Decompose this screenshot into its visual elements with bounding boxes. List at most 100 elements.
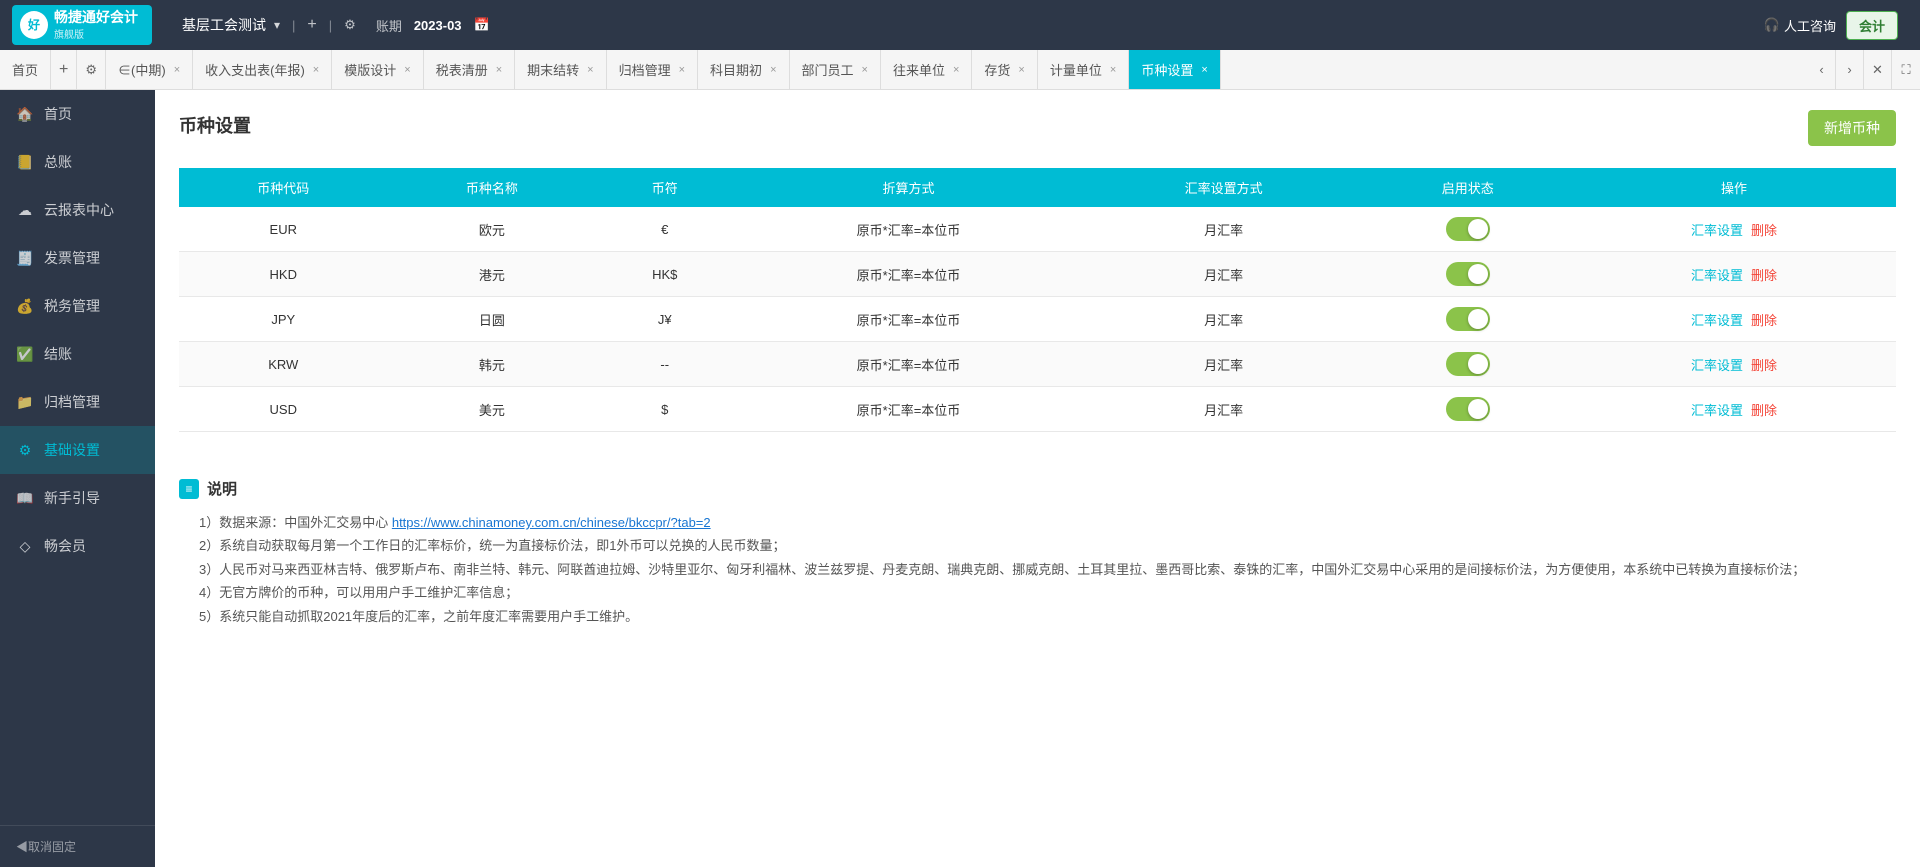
currency-table: 币种代码币种名称币符折算方式汇率设置方式启用状态操作 EUR欧元€原币*汇率=本… bbox=[179, 168, 1896, 432]
member-icon: ◇ bbox=[16, 537, 34, 555]
currency-name: 港元 bbox=[388, 252, 597, 297]
delete-link[interactable]: 删除 bbox=[1751, 268, 1777, 283]
delete-link[interactable]: 删除 bbox=[1751, 403, 1777, 418]
tab-[interactable]: 科目期初× bbox=[698, 50, 789, 89]
currency-symbol: -- bbox=[596, 342, 733, 387]
col-header-启用状态: 启用状态 bbox=[1364, 168, 1573, 207]
sidebar-item-member[interactable]: ◇畅会员 bbox=[0, 522, 155, 570]
tab-[interactable]: ∈(中期) × bbox=[106, 50, 193, 89]
rate-settings-link[interactable]: 汇率设置 bbox=[1691, 268, 1743, 283]
tab-[interactable]: 归档管理× bbox=[607, 50, 698, 89]
sidebar-item-guide[interactable]: 📖新手引导 bbox=[0, 474, 155, 522]
rate-settings-link[interactable]: 汇率设置 bbox=[1691, 313, 1743, 328]
page-title: 币种设置 bbox=[179, 112, 251, 138]
home-icon: 🏠 bbox=[16, 105, 34, 123]
currency-name: 美元 bbox=[388, 387, 597, 432]
sidebar-item-reports[interactable]: ☁云报表中心 bbox=[0, 186, 155, 234]
tab-[interactable]: 往来单位× bbox=[881, 50, 972, 89]
settings-tab-button[interactable]: ⚙ bbox=[77, 50, 106, 89]
calc-method: 原币*汇率=本位币 bbox=[733, 387, 1083, 432]
rate-type: 月汇率 bbox=[1084, 297, 1364, 342]
enabled-status bbox=[1364, 297, 1573, 342]
sidebar-item-checkout[interactable]: ✅结账 bbox=[0, 330, 155, 378]
toggle-switch[interactable] bbox=[1446, 397, 1490, 421]
sidebar-item-label: 基础设置 bbox=[44, 440, 100, 460]
rate-type: 月汇率 bbox=[1084, 252, 1364, 297]
col-header-汇率设置方式: 汇率设置方式 bbox=[1084, 168, 1364, 207]
col-header-币种代码: 币种代码 bbox=[179, 168, 388, 207]
add-workspace-icon[interactable]: + bbox=[307, 16, 316, 34]
tab-close-icon[interactable]: × bbox=[174, 64, 180, 76]
tab-[interactable]: 期末结转× bbox=[515, 50, 606, 89]
rate-settings-link[interactable]: 汇率设置 bbox=[1691, 358, 1743, 373]
tab-close-icon[interactable]: × bbox=[313, 64, 319, 76]
tab-[interactable]: 部门员工× bbox=[790, 50, 881, 89]
logo: 好 畅捷通好会计 旗舰版 bbox=[12, 5, 152, 45]
logo-sub-text: 旗舰版 bbox=[54, 26, 138, 41]
note-item: 2）系统自动获取每月第一个工作日的汇率标价，统一为直接标价法，即1外币可以兑换的… bbox=[179, 534, 1896, 557]
tab-close-icon[interactable]: × bbox=[1201, 64, 1207, 76]
currency-name: 欧元 bbox=[388, 207, 597, 252]
add-tab-button[interactable]: + bbox=[51, 50, 77, 89]
rate-settings-link[interactable]: 汇率设置 bbox=[1691, 403, 1743, 418]
calendar-icon[interactable]: 📅 bbox=[474, 17, 490, 33]
delete-link[interactable]: 删除 bbox=[1751, 313, 1777, 328]
tab-[interactable]: 币种设置 × bbox=[1129, 50, 1220, 89]
sidebar-item-home[interactable]: 🏠首页 bbox=[0, 90, 155, 138]
tab-close-icon[interactable]: × bbox=[679, 64, 685, 76]
settings-icon[interactable]: ⚙ bbox=[344, 17, 356, 33]
tab-next-btn[interactable]: › bbox=[1836, 50, 1864, 89]
header-middle: 基层工会测试 ▾ | + | ⚙ 账期 2023-03 📅 bbox=[162, 15, 1754, 35]
tab-close-icon[interactable]: × bbox=[862, 64, 868, 76]
tab-close-all-btn[interactable]: ✕ bbox=[1864, 50, 1892, 89]
tab-close-icon[interactable]: × bbox=[587, 64, 593, 76]
tab-close-icon[interactable]: × bbox=[953, 64, 959, 76]
archive-icon: 📁 bbox=[16, 393, 34, 411]
new-currency-button[interactable]: 新增币种 bbox=[1808, 110, 1896, 146]
tab-close-icon[interactable]: × bbox=[1110, 64, 1116, 76]
consult-button[interactable]: 🎧 人工咨询 bbox=[1764, 16, 1836, 35]
notes-list: 1）数据来源：中国外汇交易中心 https://www.chinamoney.c… bbox=[179, 511, 1896, 628]
tab-[interactable]: 计量单位× bbox=[1038, 50, 1129, 89]
tab-label: 币种设置 bbox=[1141, 60, 1193, 79]
toggle-switch[interactable] bbox=[1446, 352, 1490, 376]
sidebar-item-label: 总账 bbox=[44, 152, 72, 172]
toggle-switch[interactable] bbox=[1446, 217, 1490, 241]
delete-link[interactable]: 删除 bbox=[1751, 358, 1777, 373]
tab-prev-btn[interactable]: ‹ bbox=[1808, 50, 1836, 89]
tab-close-icon[interactable]: × bbox=[770, 64, 776, 76]
tab-[interactable]: 收入支出表(年报)× bbox=[193, 50, 332, 89]
sidebar-item-basic[interactable]: ⚙ 基础设置 bbox=[0, 426, 155, 474]
enabled-status bbox=[1364, 342, 1573, 387]
sidebar-item-invoice[interactable]: 🧾发票管理 bbox=[0, 234, 155, 282]
tab-close-icon[interactable]: × bbox=[1018, 64, 1024, 76]
delete-link[interactable]: 删除 bbox=[1751, 223, 1777, 238]
tab-label: ∈(中期) bbox=[118, 60, 166, 79]
layout: 🏠首页 📒 总账 ☁云报表中心🧾发票管理💰税务管理✅结账 📁 归档管理 ⚙ 基础设置 📖新手引导… bbox=[0, 90, 1920, 867]
sidebar-item-archive[interactable]: 📁 归档管理 bbox=[0, 378, 155, 426]
currency-name: 韩元 bbox=[388, 342, 597, 387]
tab-[interactable]: 首页 bbox=[0, 50, 51, 89]
tab-[interactable]: 模版设计× bbox=[332, 50, 423, 89]
accounting-button[interactable]: 会计 bbox=[1846, 11, 1898, 40]
enabled-status bbox=[1364, 252, 1573, 297]
tab-[interactable]: 存货 × bbox=[972, 50, 1037, 89]
workspace-dropdown-icon[interactable]: ▾ bbox=[274, 18, 280, 32]
tab-close-icon[interactable]: × bbox=[404, 64, 410, 76]
sidebar-pin-toggle[interactable]: ◀取消固定 bbox=[0, 825, 155, 867]
rate-settings-link[interactable]: 汇率设置 bbox=[1691, 223, 1743, 238]
sidebar-item-tax[interactable]: 💰税务管理 bbox=[0, 282, 155, 330]
tab-close-icon[interactable]: × bbox=[496, 64, 502, 76]
toggle-switch[interactable] bbox=[1446, 262, 1490, 286]
tab-expand-btn[interactable]: ⛶ bbox=[1892, 50, 1920, 89]
logo-main-text: 畅捷通好会计 bbox=[54, 9, 138, 26]
ledger-icon: 📒 bbox=[16, 153, 34, 171]
tab-label: 存货 bbox=[984, 60, 1010, 79]
toggle-switch[interactable] bbox=[1446, 307, 1490, 331]
sidebar-item-ledger[interactable]: 📒 总账 bbox=[0, 138, 155, 186]
notes-external-link[interactable]: https://www.chinamoney.com.cn/chinese/bk… bbox=[392, 515, 711, 530]
sidebar-item-label: 归档管理 bbox=[44, 392, 100, 412]
logo-icon: 好 bbox=[20, 11, 48, 39]
tab-[interactable]: 税表清册× bbox=[424, 50, 515, 89]
basic-icon: ⚙ bbox=[16, 441, 34, 459]
